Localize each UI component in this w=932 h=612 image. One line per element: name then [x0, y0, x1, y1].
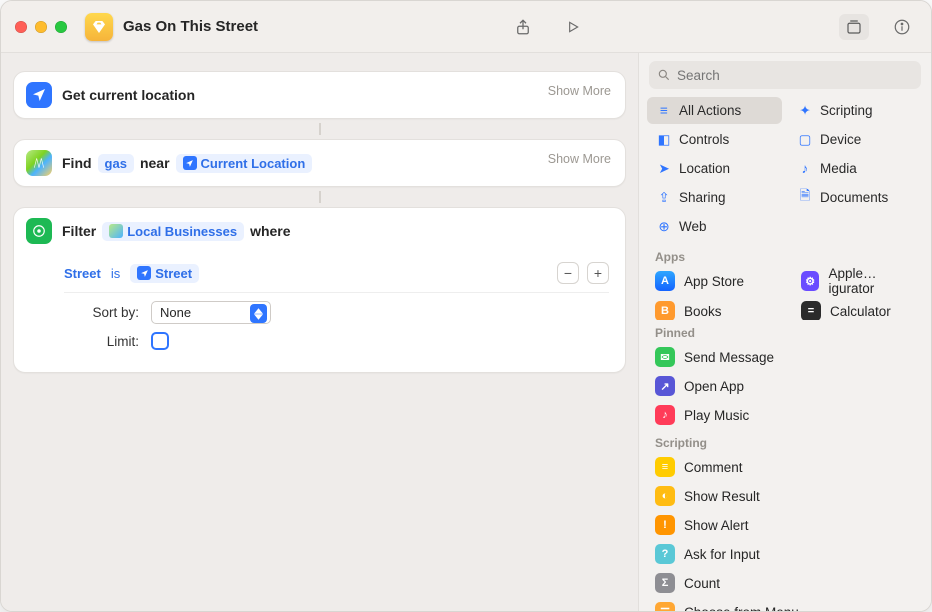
maps-app-icon: [109, 224, 123, 238]
location-arrow-icon: [26, 82, 52, 108]
location-arrow-icon: [137, 266, 151, 280]
apps-section-label: Apps: [639, 244, 931, 266]
search-icon: [657, 68, 671, 82]
connector: [13, 191, 626, 203]
source-token[interactable]: Local Businesses: [102, 222, 244, 241]
pinned-open-app[interactable]: ↗Open App: [647, 372, 923, 400]
shortcuts-window: Gas On This Street: [0, 0, 932, 612]
action-get-current-location[interactable]: Get current location Show More: [13, 71, 626, 119]
zoom-window[interactable]: [55, 21, 67, 33]
category-controls[interactable]: ◧Controls: [647, 126, 782, 153]
filter-operator[interactable]: is: [111, 266, 120, 281]
search-input[interactable]: [677, 68, 913, 83]
near-label: near: [140, 155, 170, 171]
category-grid: ≡All Actions ✦Scripting ◧Controls ▢Devic…: [639, 95, 931, 244]
action-filter[interactable]: Filter Local Businesses where Street is: [13, 207, 626, 373]
scripting-choose-menu[interactable]: ☰Choose from Menu: [647, 598, 923, 611]
scripting-show-result[interactable]: ◐Show Result: [647, 482, 923, 510]
workflow-editor[interactable]: Get current location Show More Find gas …: [1, 53, 638, 611]
filter-field[interactable]: Street: [64, 266, 101, 281]
action-find-places[interactable]: Find gas near Current Location Show More: [13, 139, 626, 187]
limit-checkbox[interactable]: [151, 332, 169, 350]
category-web[interactable]: ⊕Web: [647, 213, 782, 240]
titlebar: Gas On This Street: [1, 1, 931, 53]
query-token[interactable]: gas: [98, 154, 134, 173]
shortcut-document-icon: [85, 13, 113, 41]
action-library: ≡All Actions ✦Scripting ◧Controls ▢Devic…: [638, 53, 931, 611]
category-scripting[interactable]: ✦Scripting: [788, 97, 923, 124]
limit-label: Limit:: [64, 334, 139, 349]
stepper-icon: [250, 304, 267, 323]
minimize-window[interactable]: [35, 21, 47, 33]
show-more-button[interactable]: Show More: [548, 152, 611, 166]
where-label: where: [250, 223, 290, 239]
search-field[interactable]: [649, 61, 921, 89]
filter-verb: Filter: [62, 223, 96, 239]
scripting-section-label: Scripting: [639, 430, 931, 452]
add-condition-button[interactable]: +: [587, 262, 609, 284]
current-location-token[interactable]: Current Location: [176, 154, 313, 173]
category-all-actions[interactable]: ≡All Actions: [647, 97, 782, 124]
category-sharing[interactable]: ⇪Sharing: [647, 184, 782, 211]
category-documents[interactable]: 🗎Documents: [788, 184, 923, 211]
action-title: Get current location: [62, 87, 195, 103]
pinned-send-message[interactable]: ✉Send Message: [647, 343, 923, 371]
scripting-comment[interactable]: ≡Comment: [647, 453, 923, 481]
library-toggle[interactable]: [839, 14, 869, 40]
maps-app-icon: [26, 150, 52, 176]
run-button[interactable]: [559, 13, 587, 41]
window-controls: [15, 21, 67, 33]
info-button[interactable]: [887, 14, 917, 40]
scripting-show-alert[interactable]: !Show Alert: [647, 511, 923, 539]
sort-value: None: [160, 305, 191, 320]
scripting-count[interactable]: ΣCount: [647, 569, 923, 597]
share-button[interactable]: [509, 13, 537, 41]
find-verb: Find: [62, 155, 92, 171]
connector: [13, 123, 626, 135]
filter-action-icon: [26, 218, 52, 244]
app-configurator[interactable]: ⚙Apple…igurator: [793, 267, 923, 295]
close-window[interactable]: [15, 21, 27, 33]
show-more-button[interactable]: Show More: [548, 84, 611, 98]
category-media[interactable]: ♪Media: [788, 155, 923, 182]
remove-condition-button[interactable]: −: [557, 262, 579, 284]
window-title: Gas On This Street: [123, 18, 258, 35]
sort-by-picker[interactable]: None: [151, 301, 271, 324]
pinned-section-label: Pinned: [639, 320, 931, 342]
app-appstore[interactable]: AApp Store: [647, 267, 777, 295]
category-location[interactable]: ➤Location: [647, 155, 782, 182]
filter-value-token[interactable]: Street: [130, 264, 199, 283]
scripting-ask-input[interactable]: ?Ask for Input: [647, 540, 923, 568]
app-calculator[interactable]: =Calculator: [793, 297, 923, 320]
location-arrow-icon: [183, 156, 197, 170]
filter-condition-row: Street is Street − +: [64, 254, 609, 293]
app-books[interactable]: BBooks: [647, 297, 777, 320]
pinned-play-music[interactable]: ♪Play Music: [647, 401, 923, 429]
category-device[interactable]: ▢Device: [788, 126, 923, 153]
sort-by-label: Sort by:: [64, 305, 139, 320]
